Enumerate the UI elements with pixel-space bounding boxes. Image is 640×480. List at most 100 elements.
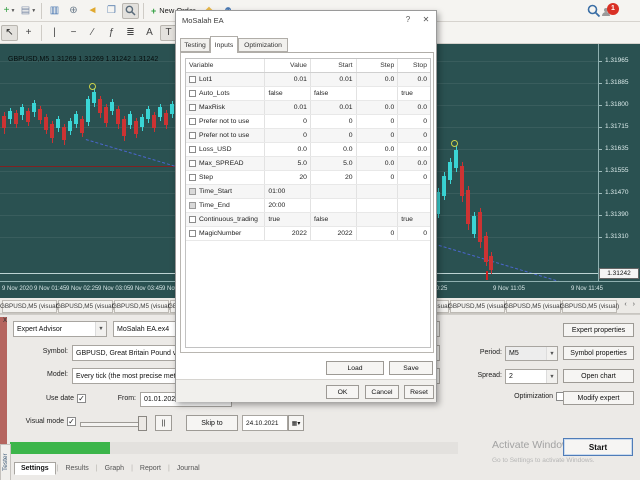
text-icon[interactable]: A — [141, 25, 158, 41]
dialog-help-button[interactable]: ? — [402, 15, 414, 26]
param-value-cell[interactable] — [398, 185, 430, 198]
param-value-cell[interactable]: 0.0 — [311, 143, 357, 156]
tile-window-icon[interactable]: ❐ — [103, 3, 120, 19]
cancel-button[interactable]: Cancel — [365, 385, 399, 399]
param-value-cell[interactable]: 2022 — [311, 227, 357, 240]
calendar-picker-icon[interactable]: ▦▾ — [288, 415, 304, 431]
tester-tab-journal[interactable]: Journal — [171, 463, 206, 474]
cursor-yellow-icon[interactable]: ◄ — [84, 3, 101, 19]
param-value-cell[interactable]: 0 — [357, 227, 399, 240]
param-checkbox[interactable] — [189, 230, 196, 237]
param-value-cell[interactable]: 5.0 — [311, 157, 357, 170]
visual-speed-slider[interactable] — [80, 422, 144, 427]
table-row[interactable]: Time_End 20:00 — [186, 199, 430, 213]
param-checkbox[interactable] — [189, 132, 196, 139]
param-value-cell[interactable]: 0.01 — [265, 101, 311, 114]
param-value-cell[interactable]: 0.0 — [398, 101, 430, 114]
param-value-cell[interactable]: 20 — [265, 171, 311, 184]
param-value-cell[interactable] — [357, 213, 399, 226]
param-value-cell[interactable]: 0 — [398, 115, 430, 128]
trendline-icon[interactable]: ∕ — [84, 25, 101, 41]
table-row[interactable]: Lot1 0.01 0.01 0.0 0.0 — [186, 73, 430, 87]
chart-tab[interactable]: GBPUSD,M5 (visual) — [112, 300, 171, 313]
param-value-cell[interactable]: 0 — [265, 115, 311, 128]
param-checkbox[interactable] — [189, 216, 196, 223]
symbol-properties-button[interactable]: Symbol properties — [563, 346, 634, 360]
table-row[interactable]: Prefer not to use 0 0 0 0 — [186, 115, 430, 129]
vertical-line-icon[interactable]: | — [46, 25, 63, 41]
table-row[interactable]: MagicNumber 2022 2022 0 0 — [186, 227, 430, 241]
table-row[interactable]: Step 20 20 0 0 — [186, 171, 430, 185]
table-row[interactable]: Prefer not to use 0 0 0 0 — [186, 129, 430, 143]
tester-close-button[interactable]: x — [3, 316, 7, 324]
param-value-cell[interactable]: 0 — [357, 171, 399, 184]
spread-select[interactable]: 2 ▼ — [505, 369, 558, 384]
param-checkbox[interactable] — [189, 174, 196, 181]
param-value-cell[interactable]: 0 — [357, 129, 399, 142]
param-value-cell[interactable]: 0.01 — [311, 101, 357, 114]
param-checkbox[interactable] — [189, 104, 196, 111]
dialog-close-button[interactable]: ✕ — [420, 15, 432, 26]
param-value-cell[interactable] — [357, 87, 399, 100]
profiles-icon[interactable]: ▤ ▼ — [20, 3, 37, 19]
param-checkbox[interactable] — [189, 76, 196, 83]
param-value-cell[interactable]: false — [311, 87, 357, 100]
param-checkbox[interactable] — [189, 160, 196, 167]
param-value-cell[interactable]: 0.0 — [357, 73, 399, 86]
param-value-cell[interactable]: 0.0 — [357, 143, 399, 156]
param-value-cell[interactable]: 0 — [311, 129, 357, 142]
skip-date-input[interactable]: 24.10.2021 — [242, 415, 288, 431]
table-row[interactable]: MaxRisk 0.01 0.01 0.0 0.0 — [186, 101, 430, 115]
period-select[interactable]: M5 ▼ — [505, 346, 558, 361]
param-value-cell[interactable]: 5.0 — [265, 157, 311, 170]
tester-tab-graph[interactable]: Graph — [99, 463, 130, 474]
param-value-cell[interactable]: 0.0 — [398, 157, 430, 170]
param-value-cell[interactable]: 0 — [357, 115, 399, 128]
channel-icon[interactable]: ≣ — [122, 25, 139, 41]
param-value-cell[interactable]: false — [311, 213, 357, 226]
crosshair-tool-icon[interactable]: + — [20, 25, 37, 41]
ok-button[interactable]: OK — [326, 385, 359, 399]
expert-type-select[interactable]: Expert Advisor ▼ — [13, 321, 107, 337]
param-value-cell[interactable]: 0.0 — [398, 143, 430, 156]
search-icon[interactable] — [587, 4, 601, 18]
param-value-cell[interactable]: 0 — [398, 171, 430, 184]
cursor-tool-icon[interactable]: ↖ — [1, 24, 18, 41]
reset-button[interactable]: Reset — [404, 385, 434, 399]
tester-vertical-tab[interactable]: Tester — [0, 444, 11, 480]
param-value-cell[interactable] — [311, 199, 357, 212]
new-chart-icon[interactable]: + ▼ — [1, 3, 18, 19]
chart-tab[interactable]: GBPUSD,M5 (visual) — [504, 300, 563, 313]
chart-tab[interactable]: GBPUSD,M5 (visual) — [56, 300, 115, 313]
param-value-cell[interactable]: 0 — [398, 129, 430, 142]
crosshair-window-icon[interactable]: ⊕ — [65, 3, 82, 19]
open-chart-button[interactable]: Open chart — [563, 369, 634, 383]
param-value-cell[interactable]: 0 — [311, 115, 357, 128]
param-value-cell[interactable]: 0.01 — [311, 73, 357, 86]
param-value-cell[interactable]: false — [265, 87, 311, 100]
param-value-cell[interactable]: 20 — [311, 171, 357, 184]
tester-tab-report[interactable]: Report — [134, 463, 167, 474]
pause-button[interactable]: || — [155, 415, 172, 431]
table-row[interactable]: Auto_Lots false false true — [186, 87, 430, 101]
modify-expert-button[interactable]: Modify expert — [563, 391, 634, 405]
param-value-cell[interactable]: 2022 — [265, 227, 311, 240]
dialog-tab-inputs[interactable]: Inputs — [210, 36, 238, 53]
param-value-cell[interactable]: true — [265, 213, 311, 226]
param-value-cell[interactable] — [398, 199, 430, 212]
tester-tab-settings[interactable]: Settings — [14, 462, 56, 475]
param-value-cell[interactable] — [311, 185, 357, 198]
tester-tab-results[interactable]: Results — [59, 463, 94, 474]
load-button[interactable]: Load — [326, 361, 384, 375]
horizontal-line-icon[interactable]: − — [65, 25, 82, 41]
zoom-icon[interactable] — [122, 2, 139, 19]
table-row[interactable]: Max_SPREAD 5.0 5.0 0.0 0.0 — [186, 157, 430, 171]
param-value-cell[interactable] — [357, 185, 399, 198]
param-checkbox[interactable] — [189, 146, 196, 153]
param-value-cell[interactable]: 20:00 — [265, 199, 311, 212]
start-button[interactable]: Start — [563, 438, 633, 456]
param-value-cell[interactable]: true — [398, 213, 430, 226]
param-value-cell[interactable]: 0.01 — [265, 73, 311, 86]
fibonacci-icon[interactable]: ƒ — [103, 25, 120, 41]
chart-tab[interactable]: GBPUSD,M5 (visual) — [448, 300, 507, 313]
